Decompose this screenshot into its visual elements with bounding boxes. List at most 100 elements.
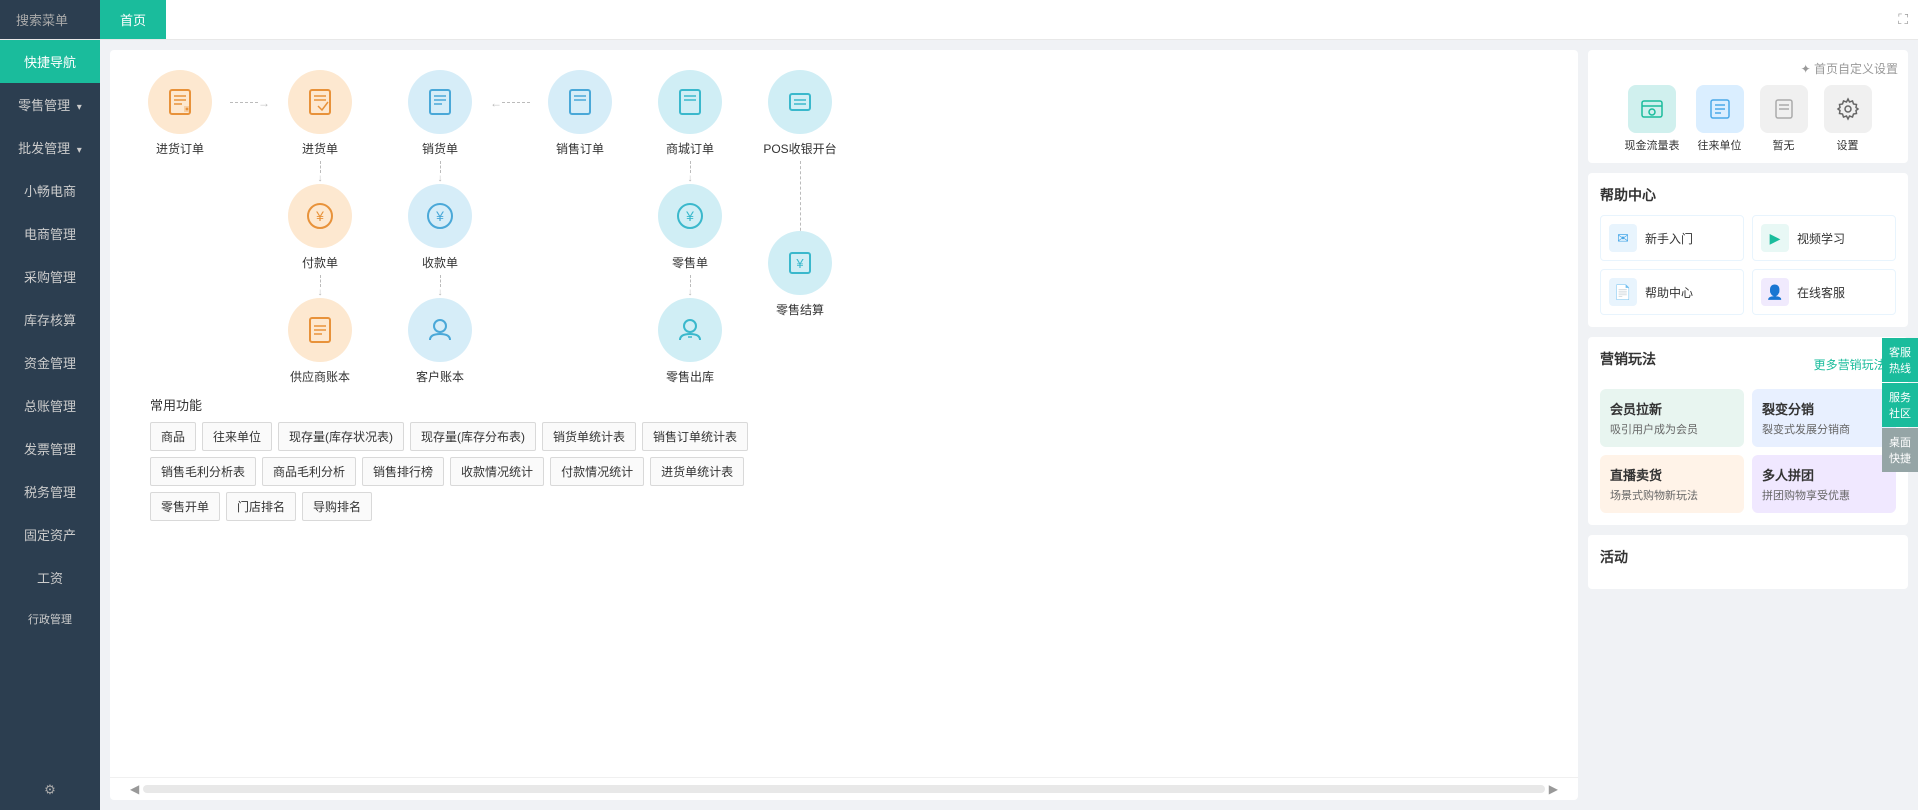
btn-purchase-stat[interactable]: 进货单统计表 — [650, 457, 744, 486]
btn-product[interactable]: 商品 — [150, 422, 196, 451]
quick-icon-contacts[interactable]: 往来单位 — [1696, 85, 1744, 153]
top-bar: 搜索菜单 首页 ⛶ — [0, 0, 1918, 40]
btn-sales-profit[interactable]: 销售毛利分析表 — [150, 457, 256, 486]
pb-down-connector: ↓ — [318, 161, 323, 184]
mall-order-node[interactable]: 商城订单 — [640, 70, 740, 157]
sidebar-item-ecommerce-small[interactable]: 小畅电商 — [0, 169, 100, 212]
sidebar-item-retail[interactable]: 零售管理 ▾ — [0, 83, 100, 126]
purchase-bill-col: 进货单 ↓ ¥ 付款单 — [270, 70, 370, 385]
retail-settlement-node[interactable]: ¥ 零售结算 — [750, 231, 850, 318]
help-grid: ✉ 新手入门 ▶ 视频学习 📄 帮助中心 👤 在线客服 — [1600, 215, 1896, 315]
retail-outbound-label: 零售出库 — [666, 368, 714, 385]
sb-down-connector: ↓ — [438, 161, 443, 184]
sidebar-item-ledger[interactable]: 总账管理 — [0, 384, 100, 427]
float-btn-desktop[interactable]: 桌面快捷 — [1882, 428, 1918, 472]
btn-stock-status[interactable]: 现存量(库存状况表) — [278, 422, 404, 451]
help-item-help[interactable]: 📄 帮助中心 — [1600, 269, 1744, 315]
purchase-bill-label: 进货单 — [302, 140, 338, 157]
btn-product-profit[interactable]: 商品毛利分析 — [262, 457, 356, 486]
supplier-account-icon — [288, 298, 352, 362]
scroll-right[interactable]: ▶ — [1549, 782, 1558, 796]
quick-icons-row: 现金流量表 往来单位 暂无 — [1598, 85, 1898, 153]
marketing-group[interactable]: 多人拼团 拼团购物享受优惠 — [1752, 455, 1896, 513]
payment-out-icon: ¥ — [288, 184, 352, 248]
activity-section: 活动 — [1588, 535, 1908, 589]
pos-col: POS收银开台 ¥ 零售结算 — [750, 70, 850, 318]
customize-link[interactable]: ✦ 首页自定义设置 — [1801, 60, 1898, 77]
help-item-video[interactable]: ▶ 视频学习 — [1752, 215, 1896, 261]
help-item-support[interactable]: 👤 在线客服 — [1752, 269, 1896, 315]
payment-out-label: 付款单 — [302, 254, 338, 271]
search-menu[interactable]: 搜索菜单 — [0, 0, 100, 39]
sidebar-settings[interactable]: ⚙ — [0, 770, 100, 810]
contacts-icon — [1696, 85, 1744, 133]
marketing-member[interactable]: 会员拉新 吸引用户成为会员 — [1600, 389, 1744, 447]
btn-payment-out-stat[interactable]: 付款情况统计 — [550, 457, 644, 486]
pos-open-node[interactable]: POS收银开台 — [750, 70, 850, 157]
btn-sales-rank[interactable]: 销售排行榜 — [362, 457, 444, 486]
po-down-connector: ↓ — [318, 275, 323, 298]
retail-settlement-icon: ¥ — [768, 231, 832, 295]
arrow-1: → — [230, 94, 270, 110]
fission-desc: 裂变式发展分销商 — [1762, 421, 1886, 437]
mo-down-connector: ↓ — [688, 161, 693, 184]
btn-store-rank[interactable]: 门店排名 — [226, 492, 296, 521]
customer-account-icon — [408, 298, 472, 362]
retail-settlement-label: 零售结算 — [776, 301, 824, 318]
sidebar-item-wholesale[interactable]: 批发管理 ▾ — [0, 126, 100, 169]
payment-in-node[interactable]: ¥ 收款单 — [390, 184, 490, 271]
scroll-left[interactable]: ◀ — [130, 782, 139, 796]
sales-bill-node[interactable]: 销货单 — [390, 70, 490, 157]
purchase-order-node[interactable]: 进货订单 — [130, 70, 230, 157]
float-btn-community[interactable]: 服务社区 — [1882, 383, 1918, 427]
sales-order-node[interactable]: 销售订单 — [530, 70, 630, 157]
left-panel: 进货订单 → 进货单 — [110, 50, 1578, 800]
sidebar-item-ecommerce[interactable]: 电商管理 — [0, 212, 100, 255]
none-icon — [1760, 85, 1808, 133]
btn-sales-order-stat[interactable]: 销售订单统计表 — [642, 422, 748, 451]
quick-icon-settings[interactable]: 设置 — [1824, 85, 1872, 153]
scroll-track[interactable] — [143, 785, 1545, 793]
purchase-bill-node[interactable]: 进货单 — [270, 70, 370, 157]
expand-icon[interactable]: ⛶ — [1898, 11, 1918, 28]
marketing-section: 营销玩法 更多营销玩法 > 会员拉新 吸引用户成为会员 裂变分销 裂变式发展分销… — [1588, 337, 1908, 525]
sales-order-label: 销售订单 — [556, 140, 604, 157]
btn-guide-rank[interactable]: 导购排名 — [302, 492, 372, 521]
group-desc: 拼团购物享受优惠 — [1762, 487, 1886, 503]
sidebar-item-admin[interactable]: 行政管理 — [0, 599, 100, 639]
sidebar-item-purchase[interactable]: 采购管理 — [0, 255, 100, 298]
support-icon: 👤 — [1761, 278, 1789, 306]
payment-out-node[interactable]: ¥ 付款单 — [270, 184, 370, 271]
group-title: 多人拼团 — [1762, 465, 1886, 484]
btn-sales-stat[interactable]: 销货单统计表 — [542, 422, 636, 451]
flow-diagram: 进货订单 → 进货单 — [130, 70, 1558, 385]
retail-outbound-node[interactable]: 零售出库 — [640, 298, 740, 385]
payment-in-icon: ¥ — [408, 184, 472, 248]
purchase-bill-icon — [288, 70, 352, 134]
btn-retail-order[interactable]: 零售开单 — [150, 492, 220, 521]
marketing-live[interactable]: 直播卖货 场景式购物新玩法 — [1600, 455, 1744, 513]
sidebar-item-tax[interactable]: 税务管理 — [0, 470, 100, 513]
sidebar-item-inventory[interactable]: 库存核算 — [0, 298, 100, 341]
sidebar-item-finance[interactable]: 资金管理 — [0, 341, 100, 384]
payment-in-label: 收款单 — [422, 254, 458, 271]
tab-home[interactable]: 首页 — [100, 0, 166, 39]
sidebar-item-salary[interactable]: 工资 — [0, 556, 100, 599]
supplier-account-node[interactable]: 供应商账本 — [270, 298, 370, 385]
quick-icon-none[interactable]: 暂无 — [1760, 85, 1808, 153]
common-functions: 常用功能 商品 往来单位 现存量(库存状况表) 现存量(库存分布表) 销货单统计… — [130, 385, 1558, 531]
quick-icon-cashflow[interactable]: 现金流量表 — [1625, 85, 1680, 153]
live-title: 直播卖货 — [1610, 465, 1734, 484]
btn-stock-dist[interactable]: 现存量(库存分布表) — [410, 422, 536, 451]
sidebar-item-fixed-assets[interactable]: 固定资产 — [0, 513, 100, 556]
btn-payment-stat[interactable]: 收款情况统计 — [450, 457, 544, 486]
btn-contacts[interactable]: 往来单位 — [202, 422, 272, 451]
sidebar-item-quick-nav[interactable]: 快捷导航 — [0, 40, 100, 83]
help-item-newbie[interactable]: ✉ 新手入门 — [1600, 215, 1744, 261]
customer-account-node[interactable]: 客户账本 — [390, 298, 490, 385]
retail-bill-node[interactable]: ¥ 零售单 — [640, 184, 740, 271]
sidebar-item-invoice[interactable]: 发票管理 — [0, 427, 100, 470]
help-title: 帮助中心 — [1600, 185, 1896, 205]
float-btn-hotline[interactable]: 客服热线 — [1882, 338, 1918, 382]
marketing-fission[interactable]: 裂变分销 裂变式发展分销商 — [1752, 389, 1896, 447]
